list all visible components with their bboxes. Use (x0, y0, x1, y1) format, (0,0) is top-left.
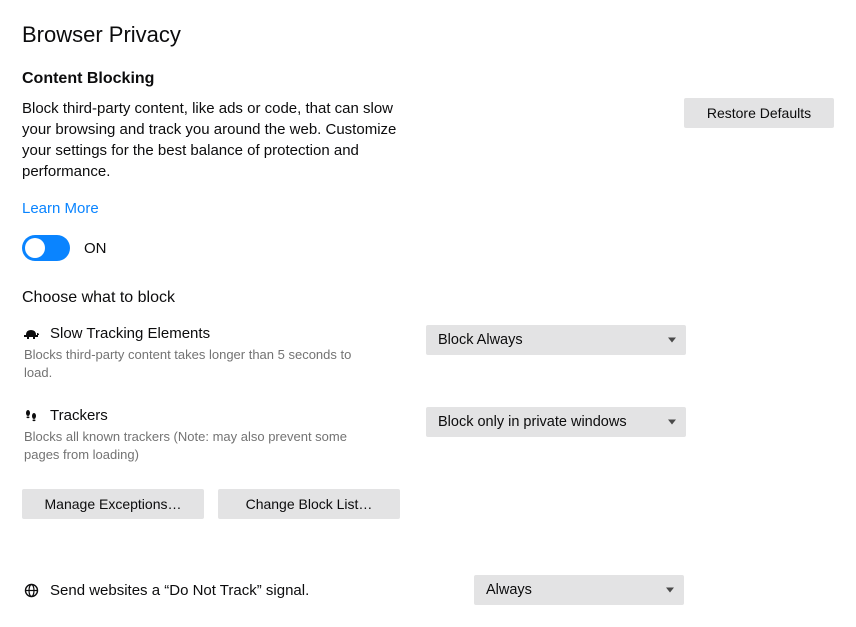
slow-tracking-desc: Blocks third-party content takes longer … (22, 346, 362, 381)
dnt-label: Send websites a “Do Not Track” signal. (50, 582, 309, 599)
chevron-down-icon (668, 420, 676, 425)
choose-what-to-block-label: Choose what to block (22, 289, 834, 307)
trackers-title: Trackers (50, 407, 108, 424)
section-heading: Content Blocking (22, 70, 834, 88)
trackers-select[interactable]: Block only in private windows (426, 407, 686, 437)
slow-tracking-selected-value: Block Always (438, 332, 523, 348)
trackers-selected-value: Block only in private windows (438, 414, 627, 430)
change-block-list-button[interactable]: Change Block List… (218, 489, 400, 519)
slow-tracking-select[interactable]: Block Always (426, 325, 686, 355)
toggle-knob (25, 238, 45, 258)
intro-text: Block third-party content, like ads or c… (22, 98, 422, 182)
trackers-desc: Blocks all known trackers (Note: may als… (22, 428, 362, 463)
turtle-icon (22, 328, 40, 340)
learn-more-link[interactable]: Learn More (22, 200, 99, 217)
dnt-selected-value: Always (486, 582, 532, 598)
page-title: Browser Privacy (22, 22, 834, 48)
dnt-select[interactable]: Always (474, 575, 684, 605)
chevron-down-icon (666, 588, 674, 593)
restore-defaults-button[interactable]: Restore Defaults (684, 98, 834, 128)
chevron-down-icon (668, 338, 676, 343)
footprints-icon (22, 409, 40, 423)
content-blocking-toggle[interactable] (22, 235, 70, 261)
globe-icon (22, 583, 40, 598)
toggle-state-label: ON (84, 240, 107, 257)
manage-exceptions-button[interactable]: Manage Exceptions… (22, 489, 204, 519)
slow-tracking-title: Slow Tracking Elements (50, 325, 210, 342)
